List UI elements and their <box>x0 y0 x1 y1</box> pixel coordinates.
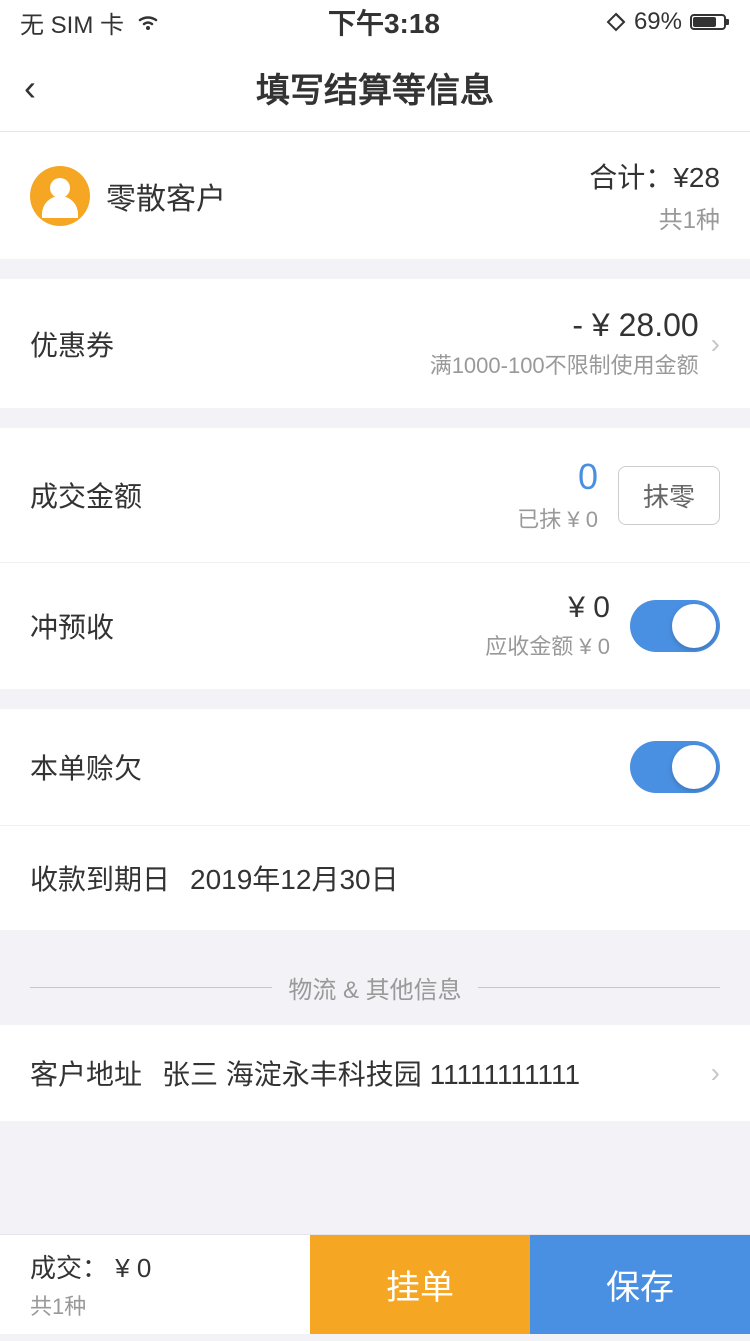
address-label: 客户地址 <box>30 1053 142 1093</box>
back-button[interactable]: ‹ <box>24 67 36 109</box>
toggle-knob <box>672 604 716 648</box>
transaction-amount-group: 0 已抹 ¥ 0 <box>517 456 598 534</box>
coupon-amount: - ¥ 28.00 <box>430 307 699 344</box>
advance-sub: 应收金额 ¥ 0 <box>485 629 610 661</box>
customer-name: 零散客户 <box>106 174 226 218</box>
location-icon <box>606 12 626 32</box>
debit-section: 本单赊欠 收款到期日 2019年12月30日 <box>0 709 750 930</box>
address-row[interactable]: 客户地址 张三 海淀永丰科技园 11111111111 › <box>0 1025 750 1121</box>
transaction-label: 成交金额 <box>30 475 142 515</box>
transaction-value: 0 <box>517 456 598 498</box>
total-amount: 合计：¥28 <box>589 156 720 196</box>
coupon-desc: 满1000-100不限制使用金额 <box>430 348 699 380</box>
due-value: 2019年12月30日 <box>190 858 399 898</box>
advance-toggle[interactable] <box>630 600 720 652</box>
debit-toggle-knob <box>672 745 716 789</box>
bottom-count: 共1种 <box>30 1289 280 1321</box>
round-zero-button[interactable]: 抹零 <box>618 466 720 525</box>
signal-text: 无 SIM 卡 <box>20 5 124 40</box>
coupon-row[interactable]: 优惠券 - ¥ 28.00 满1000-100不限制使用金额 › <box>0 279 750 408</box>
status-left: 无 SIM 卡 <box>20 5 162 40</box>
bottom-amount: 成交： ¥ 0 <box>30 1248 280 1285</box>
due-date-row: 收款到期日 2019年12月30日 <box>0 825 750 930</box>
battery-icon <box>690 12 730 32</box>
logistics-header: 物流 & 其他信息 <box>0 950 750 1025</box>
customer-section: 零散客户 合计：¥28 共1种 <box>0 132 750 259</box>
transaction-sub: 已抹 ¥ 0 <box>517 502 598 534</box>
divider-left <box>30 987 272 988</box>
address-value: 张三 海淀永丰科技园 11111111111 <box>162 1053 711 1093</box>
logistics-label: 物流 & 其他信息 <box>288 970 461 1005</box>
advance-label: 冲预收 <box>30 606 114 646</box>
address-chevron: › <box>711 1057 720 1089</box>
due-label: 收款到期日 <box>30 858 170 898</box>
advance-row: 冲预收 ¥ 0 应收金额 ¥ 0 <box>0 562 750 689</box>
advance-value: ¥ 0 <box>485 591 610 625</box>
status-right: 69% <box>606 8 730 36</box>
customer-avatar <box>30 166 90 226</box>
bottom-info: 成交： ¥ 0 共1种 <box>0 1235 310 1334</box>
coupon-section: 优惠券 - ¥ 28.00 满1000-100不限制使用金额 › <box>0 279 750 408</box>
coupon-value: - ¥ 28.00 满1000-100不限制使用金额 <box>430 307 699 380</box>
nav-bar: ‹ 填写结算等信息 <box>0 44 750 132</box>
hang-button[interactable]: 挂单 <box>310 1235 530 1334</box>
coupon-right: - ¥ 28.00 满1000-100不限制使用金额 › <box>430 307 720 380</box>
debit-label: 本单赊欠 <box>30 747 142 787</box>
coupon-label: 优惠券 <box>30 324 114 364</box>
battery-percent: 69% <box>634 8 682 36</box>
customer-left: 零散客户 <box>30 166 226 226</box>
save-button[interactable]: 保存 <box>530 1235 750 1334</box>
wifi-icon <box>134 12 162 32</box>
address-section: 客户地址 张三 海淀永丰科技园 11111111111 › <box>0 1025 750 1121</box>
advance-right: ¥ 0 应收金额 ¥ 0 <box>485 591 720 661</box>
customer-total: 合计：¥28 共1种 <box>589 156 720 235</box>
payment-section: 成交金额 0 已抹 ¥ 0 抹零 冲预收 ¥ 0 应收金额 ¥ 0 <box>0 428 750 689</box>
coupon-chevron: › <box>711 328 720 360</box>
debit-toggle[interactable] <box>630 741 720 793</box>
debit-row: 本单赊欠 <box>0 709 750 825</box>
customer-row: 零散客户 合计：¥28 共1种 <box>0 132 750 259</box>
total-count: 共1种 <box>589 200 720 235</box>
status-bar: 无 SIM 卡 下午3:18 69% <box>0 0 750 44</box>
page-title: 填写结算等信息 <box>256 63 494 112</box>
bottom-bar: 成交： ¥ 0 共1种 挂单 保存 <box>0 1234 750 1334</box>
divider-right <box>478 987 720 988</box>
transaction-row: 成交金额 0 已抹 ¥ 0 抹零 <box>0 428 750 562</box>
logistics-divider: 物流 & 其他信息 <box>30 970 720 1005</box>
transaction-right: 0 已抹 ¥ 0 抹零 <box>517 456 720 534</box>
advance-amounts: ¥ 0 应收金额 ¥ 0 <box>485 591 610 661</box>
status-time: 下午3:18 <box>328 2 440 42</box>
